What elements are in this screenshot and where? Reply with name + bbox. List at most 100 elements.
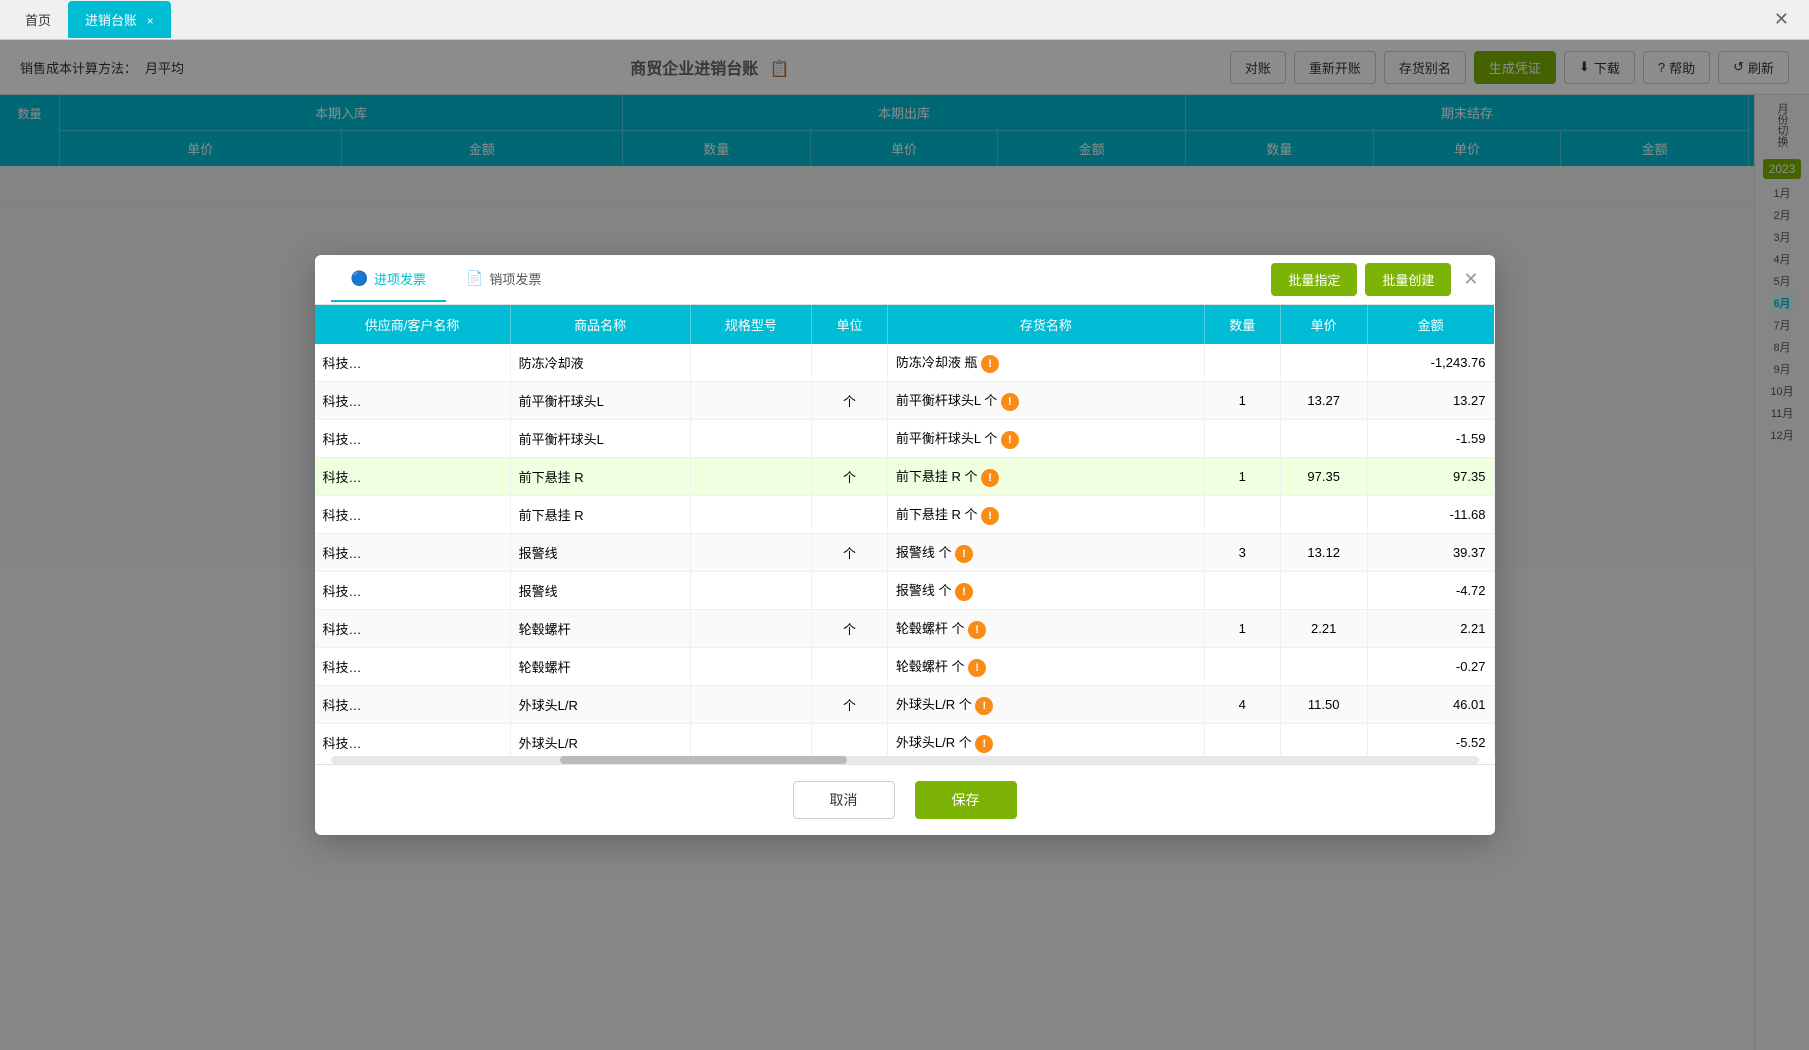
cell-quantity	[1204, 420, 1280, 458]
table-row: 科技… 报警线 报警线 个 ! -4.72	[315, 572, 1495, 610]
cell-unit-price	[1280, 420, 1367, 458]
tab-income-invoice[interactable]: 🔵 进项发票	[331, 257, 446, 302]
cell-product: 外球头L/R	[510, 686, 690, 724]
window-close-button[interactable]: ✕	[1762, 9, 1801, 30]
col-quantity: 数量	[1204, 305, 1280, 344]
cell-unit	[812, 724, 888, 757]
cell-spec	[690, 534, 812, 572]
save-button[interactable]: 保存	[915, 781, 1017, 819]
cell-amount: -5.52	[1367, 724, 1494, 757]
cell-amount: 97.35	[1367, 458, 1494, 496]
col-unit: 单位	[812, 305, 888, 344]
cell-amount: -0.27	[1367, 648, 1494, 686]
cell-unit-price: 11.50	[1280, 686, 1367, 724]
modal-overlay: 🔵 进项发票 📄 销项发票 批量指定 批量创建 ✕	[0, 40, 1809, 1050]
cell-quantity: 1	[1204, 610, 1280, 648]
income-invoice-icon: 🔵	[351, 270, 368, 287]
cell-spec	[690, 344, 812, 382]
cell-product: 防冻冷却液	[510, 344, 690, 382]
cell-inventory: 前下悬挂 R 个 !	[887, 496, 1204, 534]
cell-amount: 13.27	[1367, 382, 1494, 420]
scrollbar-thumb	[560, 756, 847, 764]
cell-supplier: 科技…	[315, 382, 511, 420]
cell-inventory: 轮毂螺杆 个 !	[887, 648, 1204, 686]
cell-product: 轮毂螺杆	[510, 648, 690, 686]
cell-unit	[812, 572, 888, 610]
cell-supplier: 科技…	[315, 344, 511, 382]
warning-icon: !	[981, 507, 999, 525]
cell-product: 外球头L/R	[510, 724, 690, 757]
batch-create-button[interactable]: 批量创建	[1365, 263, 1451, 296]
tab-purchase-sales[interactable]: 进销台账 ×	[68, 1, 171, 38]
col-amount: 金额	[1367, 305, 1494, 344]
table-row: 科技… 前下悬挂 R 个 前下悬挂 R 个 ! 1 97.35 97.35	[315, 458, 1495, 496]
col-inventory: 存货名称	[887, 305, 1204, 344]
cell-product: 轮毂螺杆	[510, 610, 690, 648]
cell-quantity	[1204, 344, 1280, 382]
modal-table-wrap[interactable]: 供应商/客户名称 商品名称 规格型号 单位 存货名称 数量 单价 金额	[315, 305, 1495, 756]
cell-inventory: 前平衡杆球头L 个 !	[887, 382, 1204, 420]
cell-supplier: 科技…	[315, 534, 511, 572]
cell-supplier: 科技…	[315, 496, 511, 534]
cell-amount: 2.21	[1367, 610, 1494, 648]
modal-close-button[interactable]: ✕	[1463, 269, 1478, 290]
col-supplier: 供应商/客户名称	[315, 305, 511, 344]
cell-quantity: 3	[1204, 534, 1280, 572]
cell-unit	[812, 344, 888, 382]
warning-icon: !	[1001, 393, 1019, 411]
cell-supplier: 科技…	[315, 648, 511, 686]
cell-spec	[690, 382, 812, 420]
tab-close-icon[interactable]: ×	[147, 14, 154, 28]
cell-quantity	[1204, 648, 1280, 686]
cell-unit-price	[1280, 344, 1367, 382]
cell-spec	[690, 686, 812, 724]
table-row: 科技… 前平衡杆球头L 个 前平衡杆球头L 个 ! 1 13.27 13.27	[315, 382, 1495, 420]
cell-supplier: 科技…	[315, 420, 511, 458]
cancel-button[interactable]: 取消	[793, 781, 895, 819]
col-unit-price: 单价	[1280, 305, 1367, 344]
modal-header-buttons: 批量指定 批量创建	[1271, 263, 1451, 296]
cell-spec	[690, 724, 812, 757]
main-area: 销售成本计算方法： 月平均 商贸企业进销台账 📋 对账 重新开账 存货别名 生成…	[0, 40, 1809, 1050]
warning-icon: !	[968, 621, 986, 639]
cell-unit	[812, 648, 888, 686]
tab-home[interactable]: 首页	[8, 1, 68, 38]
cell-spec	[690, 610, 812, 648]
table-row: 科技… 防冻冷却液 防冻冷却液 瓶 ! -1,243.76	[315, 344, 1495, 382]
cell-unit	[812, 420, 888, 458]
cell-inventory: 前下悬挂 R 个 !	[887, 458, 1204, 496]
horizontal-scrollbar[interactable]	[331, 756, 1479, 764]
cell-unit: 个	[812, 610, 888, 648]
cell-unit-price: 13.12	[1280, 534, 1367, 572]
table-row: 科技… 前平衡杆球头L 前平衡杆球头L 个 ! -1.59	[315, 420, 1495, 458]
cell-inventory: 轮毂螺杆 个 !	[887, 610, 1204, 648]
cell-unit-price: 97.35	[1280, 458, 1367, 496]
cell-unit-price	[1280, 496, 1367, 534]
cell-spec	[690, 496, 812, 534]
tab-sales-invoice[interactable]: 📄 销项发票	[446, 257, 561, 302]
cell-quantity	[1204, 496, 1280, 534]
cell-amount: 39.37	[1367, 534, 1494, 572]
warning-icon: !	[968, 659, 986, 677]
cell-amount: 46.01	[1367, 686, 1494, 724]
cell-product: 报警线	[510, 534, 690, 572]
cell-unit: 个	[812, 534, 888, 572]
cell-product: 前平衡杆球头L	[510, 382, 690, 420]
col-product: 商品名称	[510, 305, 690, 344]
table-row: 科技… 轮毂螺杆 个 轮毂螺杆 个 ! 1 2.21 2.21	[315, 610, 1495, 648]
modal-dialog: 🔵 进项发票 📄 销项发票 批量指定 批量创建 ✕	[315, 255, 1495, 835]
table-row: 科技… 外球头L/R 个 外球头L/R 个 ! 4 11.50 46.01	[315, 686, 1495, 724]
batch-assign-button[interactable]: 批量指定	[1271, 263, 1357, 296]
warning-icon: !	[975, 735, 993, 753]
cell-supplier: 科技…	[315, 610, 511, 648]
cell-supplier: 科技…	[315, 572, 511, 610]
cell-unit-price	[1280, 648, 1367, 686]
warning-icon: !	[955, 583, 973, 601]
cell-unit-price: 13.27	[1280, 382, 1367, 420]
warning-icon: !	[981, 355, 999, 373]
cell-unit-price	[1280, 724, 1367, 757]
warning-icon: !	[1001, 431, 1019, 449]
cell-unit-price: 2.21	[1280, 610, 1367, 648]
sales-invoice-icon: 📄	[466, 270, 483, 287]
cell-unit: 个	[812, 686, 888, 724]
